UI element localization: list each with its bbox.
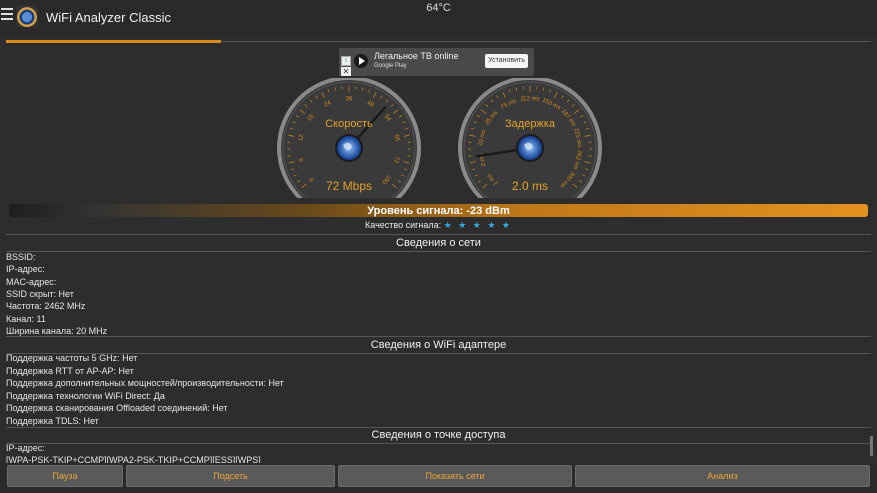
pause-button[interactable]: Пауза [7, 465, 123, 487]
section-divider [6, 234, 871, 235]
info-line: IP-адрес: [6, 264, 45, 275]
info-line: Поддержка дополнительных мощностей/произ… [6, 378, 284, 388]
app-window: WiFi Analyzer Classic 64°C i ✕ Легальное… [0, 0, 877, 493]
ad-title: Легальное ТВ online [374, 51, 459, 61]
show-networks-button[interactable]: Показать сети [338, 465, 572, 487]
speed-gauge-value: 72 Mbps [325, 179, 373, 193]
signal-level-text: Уровень сигнала: -23 dBm [367, 205, 510, 217]
app-logo-icon [16, 5, 38, 27]
info-line: Поддержка RTT от AP-AP: Нет [6, 365, 134, 376]
analysis-button[interactable]: Анализ [575, 465, 870, 487]
subnet-button[interactable]: Подсеть [126, 465, 335, 487]
ad-subtitle: Google Play [374, 63, 407, 69]
hamburger-menu-icon[interactable] [1, 8, 14, 22]
info-line: BSSID: [6, 252, 36, 262]
info-line: Ширина канала: 20 MHz [6, 325, 108, 336]
access-point-section-heading: Сведения о точке доступа [6, 429, 871, 444]
speed-gauge: 6 9 12 18 24 36 48 54 65 72 150 Скорость 72 Mbps [274, 78, 424, 198]
ad-install-button[interactable]: Установить [485, 54, 528, 68]
scrollbar[interactable] [870, 436, 873, 456]
info-line: SSID скрыт: Нет [6, 288, 74, 299]
info-line: MAC-адрес: [6, 276, 57, 287]
speed-gauge-title: Скорость [325, 118, 373, 130]
latency-gauge-title: Задержка [505, 118, 555, 130]
info-line: IP-адрес: [6, 443, 45, 453]
network-section-heading: Сведения о сети [6, 237, 871, 252]
info-line: Поддержка TDLS: Нет [6, 415, 99, 426]
section-divider [6, 427, 871, 428]
latency-gauge: 1 ms 2 ms 10 ms 25 ms 75 ms 112 ms 150 ms 187 m… [455, 78, 605, 198]
ad-info-icon[interactable]: i [341, 56, 351, 66]
title-bar: WiFi Analyzer Classic [0, 0, 877, 36]
info-line: Поддержка сканирования Offloaded соедине… [6, 403, 228, 413]
signal-quality: Качество сигнала: ★ ★ ★ ★ ★ [0, 220, 877, 231]
info-line: Частота: 2462 MHz [6, 301, 86, 312]
info-line: Поддержка частоты 5 GHz: Нет [6, 353, 138, 363]
ad-close-icon[interactable]: ✕ [341, 67, 351, 76]
gauge-tick-label: 36 [346, 97, 353, 103]
section-divider [6, 336, 871, 337]
latency-gauge-value: 2.0 ms [511, 179, 548, 193]
info-line: Поддержка технологии WiFi Direct: Да [6, 390, 165, 401]
gauge-tick-label: 112 ms [520, 97, 539, 103]
adapter-section-heading: Сведения о WiFi адаптере [6, 339, 871, 354]
app-title: WiFi Analyzer Classic [46, 10, 171, 25]
info-line: Канал: 11 [6, 313, 46, 324]
signal-quality-stars: ★ ★ ★ ★ ★ [443, 220, 512, 230]
signal-quality-label: Качество сигнала: [365, 220, 442, 230]
play-icon [354, 54, 368, 68]
active-tab-indicator[interactable] [6, 40, 221, 43]
